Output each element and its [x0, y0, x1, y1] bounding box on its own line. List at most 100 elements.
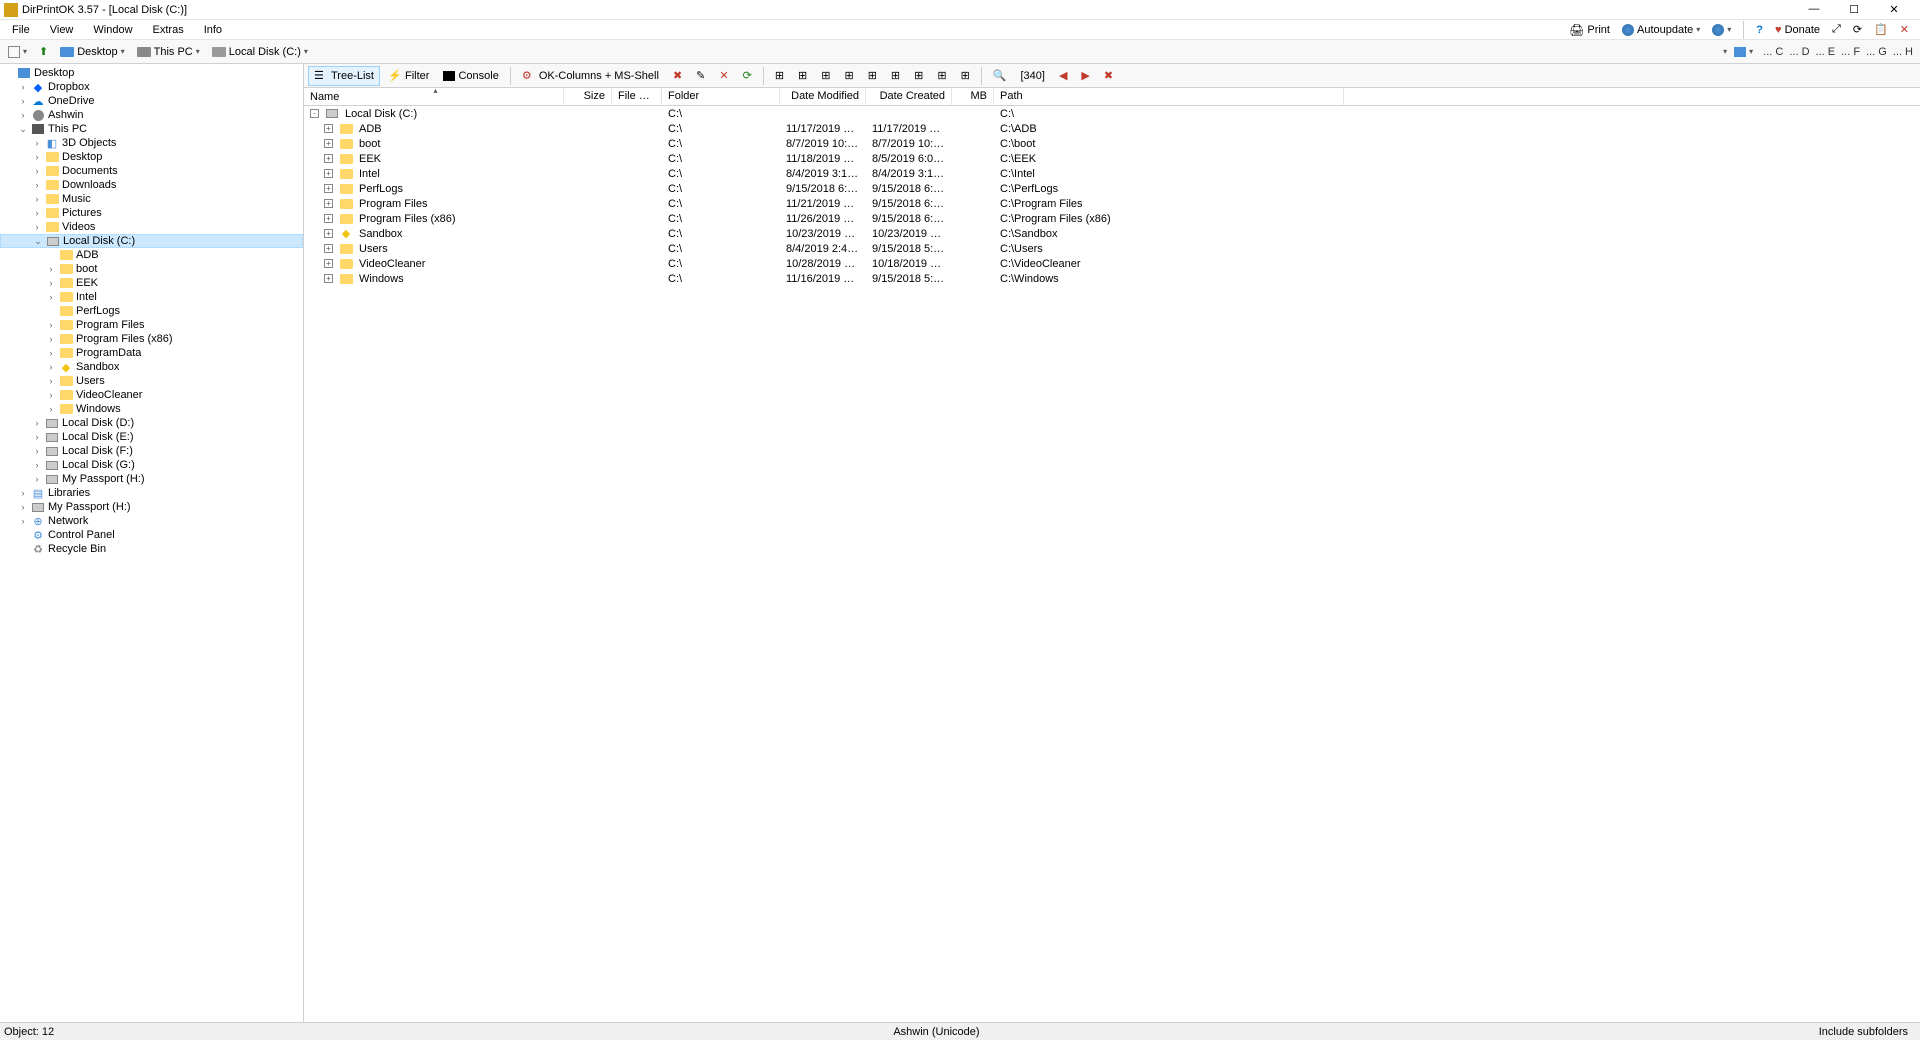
tb-col-9[interactable]: ⊞ [955, 66, 976, 85]
expand-toggle[interactable]: + [324, 124, 333, 133]
tb-col-6[interactable]: ⊞ [885, 66, 906, 85]
tree-toggle-icon[interactable]: › [32, 418, 42, 428]
tree-item[interactable]: ›Documents [0, 164, 303, 178]
nav-desktop[interactable]: Desktop▾ [56, 45, 128, 59]
tree-toggle-icon[interactable]: › [18, 502, 28, 512]
tree-item[interactable]: ⌄This PC [0, 122, 303, 136]
tree-toggle-icon[interactable]: › [32, 194, 42, 204]
tree-item[interactable]: ›Videos [0, 220, 303, 234]
list-row[interactable]: +bootC:\8/7/2019 10:01:24 ...8/7/2019 10… [304, 136, 1920, 151]
tree-item[interactable]: ›☁OneDrive [0, 94, 303, 108]
tree-item[interactable]: ›My Passport (H:) [0, 472, 303, 486]
tree-toggle-icon[interactable]: › [32, 138, 42, 148]
tree-item[interactable]: ›My Passport (H:) [0, 500, 303, 514]
expand-toggle[interactable]: + [324, 154, 333, 163]
tree-toggle-icon[interactable]: › [18, 110, 28, 120]
list-row[interactable]: +WindowsC:\11/16/2019 1:43:43...9/15/201… [304, 271, 1920, 286]
header-modified[interactable]: Date Modified [780, 88, 866, 105]
list-row[interactable]: +VideoCleanerC:\10/28/2019 3:09:45...10/… [304, 256, 1920, 271]
expand-toggle[interactable]: + [324, 139, 333, 148]
list-row[interactable]: +Program FilesC:\11/21/2019 12:30:3...9/… [304, 196, 1920, 211]
tree-toggle-icon[interactable]: › [32, 152, 42, 162]
expand-toggle[interactable]: - [310, 109, 319, 118]
drive-letter-button[interactable]: ... G [1863, 46, 1890, 58]
menu-file[interactable]: File [4, 22, 38, 38]
tree-item[interactable]: ›boot [0, 262, 303, 276]
tb-col-5[interactable]: ⊞ [862, 66, 883, 85]
list-row[interactable]: +PerfLogsC:\9/15/2018 6:33:50 ...9/15/20… [304, 181, 1920, 196]
expand-toggle[interactable]: + [324, 214, 333, 223]
maximize-button[interactable]: ☐ [1840, 3, 1868, 16]
close-button[interactable]: ✕ [1880, 3, 1908, 16]
print-button[interactable]: 🖨Print [1566, 22, 1613, 38]
menu-window[interactable]: Window [85, 22, 140, 38]
list-row[interactable]: +IntelC:\8/4/2019 3:14:23 PM8/4/2019 3:1… [304, 166, 1920, 181]
header-extension[interactable]: File exte... [612, 88, 662, 105]
drive-letter-button[interactable]: ... H [1890, 46, 1916, 58]
expand-toggle[interactable]: + [324, 184, 333, 193]
tree-toggle-icon[interactable]: › [46, 264, 56, 274]
tree-item[interactable]: ›Windows [0, 402, 303, 416]
tb-nav-right[interactable]: ▶ [1075, 66, 1095, 85]
file-list[interactable]: -Local Disk (C:)C:\C:\+ADBC:\11/17/2019 … [304, 106, 1920, 1022]
tb-action-1[interactable]: ✖ [667, 66, 688, 85]
tree-toggle-icon[interactable]: › [46, 390, 56, 400]
tb-col-8[interactable]: ⊞ [931, 66, 952, 85]
menu-view[interactable]: View [42, 22, 82, 38]
tree-item[interactable]: ›Pictures [0, 206, 303, 220]
tree-toggle-icon[interactable]: › [18, 96, 28, 106]
tree-toggle-icon[interactable]: › [18, 488, 28, 498]
tree-item[interactable]: ⚙Control Panel [0, 528, 303, 542]
tree-item[interactable]: ›Intel [0, 290, 303, 304]
console-button[interactable]: Console [437, 67, 504, 85]
tb-col-7[interactable]: ⊞ [908, 66, 929, 85]
tree-item[interactable]: ›◆Sandbox [0, 360, 303, 374]
tree-toggle-icon[interactable]: › [46, 348, 56, 358]
menu-extras[interactable]: Extras [145, 22, 192, 38]
list-row[interactable]: +UsersC:\8/4/2019 2:44:02 PM9/15/2018 5:… [304, 241, 1920, 256]
list-row[interactable]: +ADBC:\11/17/2019 2:35:45...11/17/2019 2… [304, 121, 1920, 136]
tree-item[interactable]: ›Program Files [0, 318, 303, 332]
tool-close-icon[interactable]: ✕ [1897, 22, 1912, 37]
tree-toggle-icon[interactable]: › [18, 82, 28, 92]
autoupdate-button[interactable]: Autoupdate▾ [1619, 23, 1703, 37]
view-mode-button[interactable]: ▾ [1730, 46, 1757, 58]
tree-item[interactable]: ›⊕Network [0, 514, 303, 528]
chevron-down-icon[interactable]: ▾ [1723, 47, 1727, 56]
tree-item[interactable]: ›▤Libraries [0, 486, 303, 500]
tree-item[interactable]: ♻Recycle Bin [0, 542, 303, 556]
tree-toggle-icon[interactable]: › [46, 362, 56, 372]
tree-toggle-icon[interactable]: ⌄ [33, 236, 43, 247]
header-name[interactable]: Name▴ [304, 88, 564, 105]
tree-toggle-icon[interactable]: › [32, 446, 42, 456]
drive-letter-button[interactable]: ... D [1786, 46, 1812, 58]
list-row[interactable]: -Local Disk (C:)C:\C:\ [304, 106, 1920, 121]
tree-toggle-icon[interactable]: › [32, 222, 42, 232]
tree-toggle-icon[interactable]: › [32, 180, 42, 190]
expand-toggle[interactable]: + [324, 244, 333, 253]
tree-item[interactable]: ›Ashwin [0, 108, 303, 122]
status-include-subfolders[interactable]: Include subfolders [1819, 1026, 1916, 1038]
tree-toggle-icon[interactable]: › [46, 404, 56, 414]
tree-toggle-icon[interactable]: ⌄ [18, 124, 28, 135]
header-created[interactable]: Date Created [866, 88, 952, 105]
tree-item[interactable]: ›VideoCleaner [0, 388, 303, 402]
filter-button[interactable]: ⚡Filter [382, 66, 435, 86]
tree-item[interactable]: ›◧3D Objects [0, 136, 303, 150]
tree-toggle-icon[interactable]: › [46, 320, 56, 330]
list-row[interactable]: +◆SandboxC:\10/23/2019 1:17:21...10/23/2… [304, 226, 1920, 241]
tree-toggle-icon[interactable]: › [46, 376, 56, 386]
tb-search[interactable]: 🔍 [987, 66, 1013, 85]
tree-item[interactable]: ›Music [0, 192, 303, 206]
nav-thispc[interactable]: This PC▾ [133, 45, 204, 59]
expand-toggle[interactable]: + [324, 274, 333, 283]
tree-toggle-icon[interactable]: › [32, 208, 42, 218]
drive-letter-button[interactable]: ... C [1760, 46, 1786, 58]
tree-item[interactable]: Desktop [0, 66, 303, 80]
help-button[interactable]: ? [1753, 23, 1766, 37]
tb-nav-left[interactable]: ◀ [1053, 66, 1073, 85]
tree-item[interactable]: ›Local Disk (E:) [0, 430, 303, 444]
header-mb[interactable]: MB [952, 88, 994, 105]
nav-up-button[interactable]: ⬆ [35, 44, 52, 59]
expand-toggle[interactable]: + [324, 169, 333, 178]
